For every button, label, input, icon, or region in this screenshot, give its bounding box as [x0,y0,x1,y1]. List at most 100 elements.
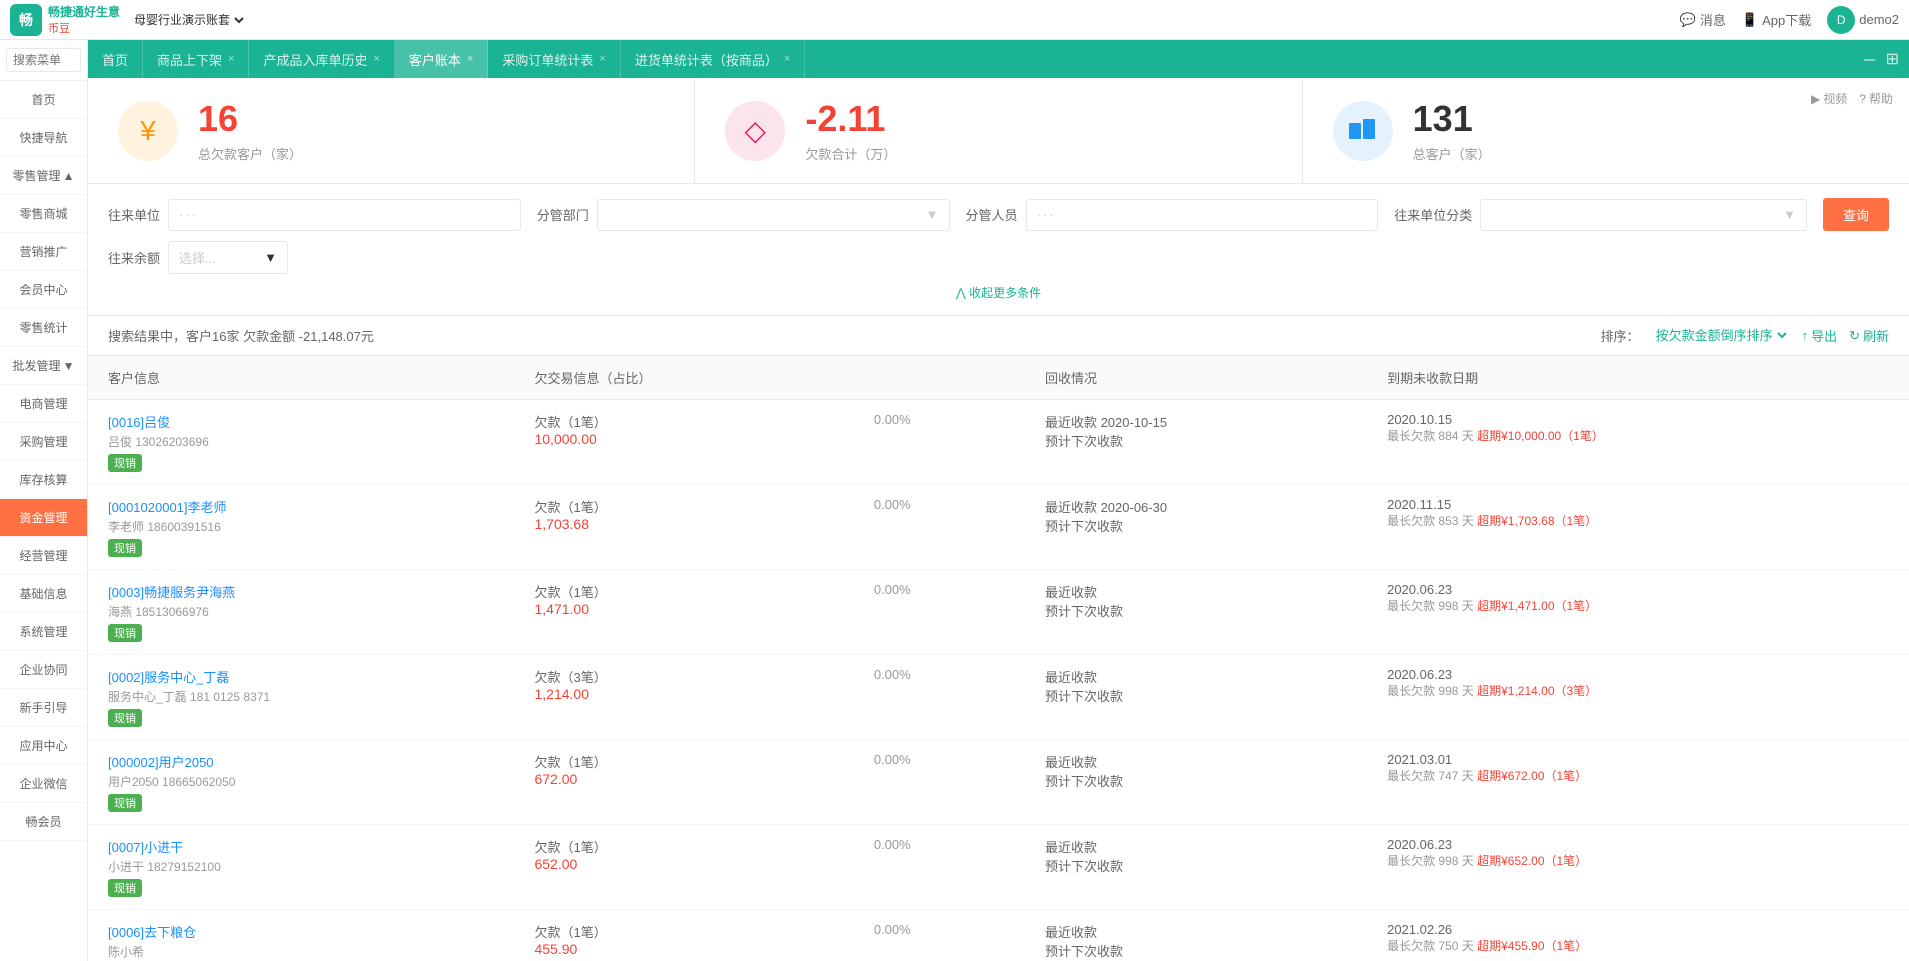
total-customers-label: 总客户（家） [1413,144,1491,163]
debt-pct-4: 0.00% [874,752,911,767]
sort-select[interactable]: 按欠款金额倒序排序 [1652,327,1790,344]
from-unit-input[interactable]: ··· [168,199,521,231]
customer-name-4[interactable]: [000002]用户2050 [108,752,494,771]
refresh-btn[interactable]: ↻ 刷新 [1849,326,1889,345]
debt-amount-1[interactable]: 1,703.68 [534,516,825,532]
avatar: D [1827,6,1855,34]
sidebar-item-basic-info[interactable]: 基础信息 [0,575,87,613]
stat-card-actions: ▶ 视频 ? 帮助 [1811,90,1893,107]
app-download-btn[interactable]: 📱 App下载 [1742,10,1811,29]
tab-close-product-listing[interactable]: × [228,53,234,65]
due-date-5: 2020.06.23 [1387,837,1889,852]
col-collection: 回收情况 [1025,356,1367,400]
cell-pct-6: 0.00% [846,910,1025,961]
tab-customer-account[interactable]: 客户账本 × [395,40,488,78]
sidebar-item-inventory[interactable]: 库存核算 [0,461,87,499]
sidebar-item-ecommerce[interactable]: 电商管理 [0,385,87,423]
overdue-link-0[interactable]: 超期¥10,000.00（1笔） [1477,429,1604,443]
tab-production-history[interactable]: 产成品入库单历史 × [249,40,394,78]
overdue-link-3[interactable]: 超期¥1,214.00（3笔） [1477,684,1597,698]
due-date-1: 2020.11.15 [1387,497,1889,512]
tab-product-listing[interactable]: 商品上下架 × [143,40,249,78]
sidebar-item-member[interactable]: 畅会员 [0,803,87,841]
cell-collection-4: 最近收款 预计下次收款 [1025,740,1367,825]
customer-name-2[interactable]: [0003]畅捷服务尹海燕 [108,582,494,601]
results-summary: 搜索结果中，客户16家 欠款金额 -21,148.07元 [108,326,374,345]
customer-sub-3: 服务中心_丁磊 181 0125 8371 [108,688,494,705]
sidebar-search-input[interactable] [6,48,81,72]
sidebar-item-purchase-mgmt[interactable]: 采购管理 [0,423,87,461]
debt-amount-2[interactable]: 1,471.00 [534,601,825,617]
debt-amount-3[interactable]: 1,214.00 [534,686,825,702]
customer-sub-1: 李老师 18600391516 [108,518,494,535]
cell-customer-5: [0007]小进干 小进干 18279152100 现销 [88,825,514,910]
cell-collection-5: 最近收款 预计下次收款 [1025,825,1367,910]
cell-pct-2: 0.00% [846,570,1025,655]
tab-purchase-by-product[interactable]: 进货单统计表（按商品） × [621,40,805,78]
sidebar-item-guide[interactable]: 新手引导 [0,689,87,727]
debt-total-value: -2.11 [805,98,896,140]
collapse-btn[interactable]: ⋀ 收起更多条件 [108,284,1889,301]
sidebar-item-enterprise[interactable]: 企业协同 [0,651,87,689]
help-btn[interactable]: ? 帮助 [1859,90,1893,107]
top-bar: 畅 畅捷通好生意 币豆 母婴行业演示账套 💬 消息 📱 App下载 D demo… [0,0,1909,40]
tab-close-purchase-by-product[interactable]: × [784,53,790,65]
customer-name-1[interactable]: [0001020001]李老师 [108,497,494,516]
tab-purchase-stats[interactable]: 采购订单统计表 × [488,40,620,78]
tab-close-production-history[interactable]: × [373,53,379,65]
filter-from-unit: 往来单位 ··· [108,199,521,231]
customer-name-6[interactable]: [0006]去下粮仓 [108,922,494,941]
sidebar-item-system[interactable]: 系统管理 [0,613,87,651]
company-select[interactable]: 母婴行业演示账套 [130,12,247,28]
message-btn[interactable]: 💬 消息 [1680,10,1726,29]
cell-collection-6: 最近收款 预计下次收款 [1025,910,1367,961]
overdue-link-5[interactable]: 超期¥652.00（1笔） [1477,854,1587,868]
tab-minimize-btn[interactable]: － [1862,47,1878,71]
tab-expand-btn[interactable]: ⊞ [1886,49,1899,69]
unit-class-input[interactable]: ▼ [1480,199,1807,231]
tab-home[interactable]: 首页 [88,40,143,78]
dept-input[interactable]: ▼ [597,199,950,231]
tab-close-customer-account[interactable]: × [467,53,473,65]
overdue-link-4[interactable]: 超期¥672.00（1笔） [1477,769,1587,783]
cell-pct-4: 0.00% [846,740,1025,825]
debt-amount-0[interactable]: 10,000.00 [534,431,825,447]
export-btn[interactable]: ↑ 导出 [1802,326,1838,345]
sidebar-item-marketing[interactable]: 营销推广 [0,233,87,271]
debt-amount-6[interactable]: 455.90 [534,941,825,957]
person-input[interactable]: ··· [1026,199,1379,231]
sidebar-item-operations[interactable]: 经营管理 [0,537,87,575]
overdue-link-1[interactable]: 超期¥1,703.68（1笔） [1477,514,1597,528]
customer-name-0[interactable]: [0016]吕俊 [108,412,494,431]
table-row: [0007]小进干 小进干 18279152100 现销 欠款（1笔） 652.… [88,825,1909,910]
debt-amount-4[interactable]: 672.00 [534,771,825,787]
sidebar-item-quick-nav[interactable]: 快捷导航 [0,119,87,157]
next-collection-0: 预计下次收款 [1045,431,1347,450]
overdue-link-2[interactable]: 超期¥1,471.00（1笔） [1477,599,1597,613]
search-btn[interactable]: 查询 [1823,198,1889,231]
sidebar-item-app-center[interactable]: 应用中心 [0,727,87,765]
video-btn[interactable]: ▶ 视频 [1811,90,1847,107]
sidebar-item-retail-stats[interactable]: 零售统计 [0,309,87,347]
sidebar-item-retail-mall[interactable]: 零售商城 [0,195,87,233]
customer-name-3[interactable]: [0002]服务中心_丁磊 [108,667,494,686]
due-date-4: 2021.03.01 [1387,752,1889,767]
cell-due-0: 2020.10.15 最长欠款 884 天 超期¥10,000.00（1笔） [1367,400,1909,485]
sidebar-item-weixin[interactable]: 企业微信 [0,765,87,803]
sidebar-item-retail-mgmt[interactable]: 零售管理 ▲ [0,157,87,195]
tab-close-purchase-stats[interactable]: × [599,53,605,65]
total-customers-value: 131 [1413,98,1491,140]
overdue-link-6[interactable]: 超期¥455.90（1笔） [1477,939,1587,953]
debt-pct-2: 0.00% [874,582,911,597]
sidebar-item-finance[interactable]: 资金管理 [0,499,87,537]
user-avatar-area[interactable]: D demo2 [1827,6,1899,34]
cell-pct-0: 0.00% [846,400,1025,485]
debt-amount-5[interactable]: 652.00 [534,856,825,872]
customer-sub-2: 海燕 18513066976 [108,603,494,620]
sidebar-item-member-center[interactable]: 会员中心 [0,271,87,309]
dept-label: 分管部门 [537,205,589,224]
sidebar-item-wholesale-mgmt[interactable]: 批发管理 ▼ [0,347,87,385]
sidebar-item-home[interactable]: 首页 [0,81,87,119]
balance-select[interactable]: 选择... ▼ [168,241,288,274]
customer-name-5[interactable]: [0007]小进干 [108,837,494,856]
